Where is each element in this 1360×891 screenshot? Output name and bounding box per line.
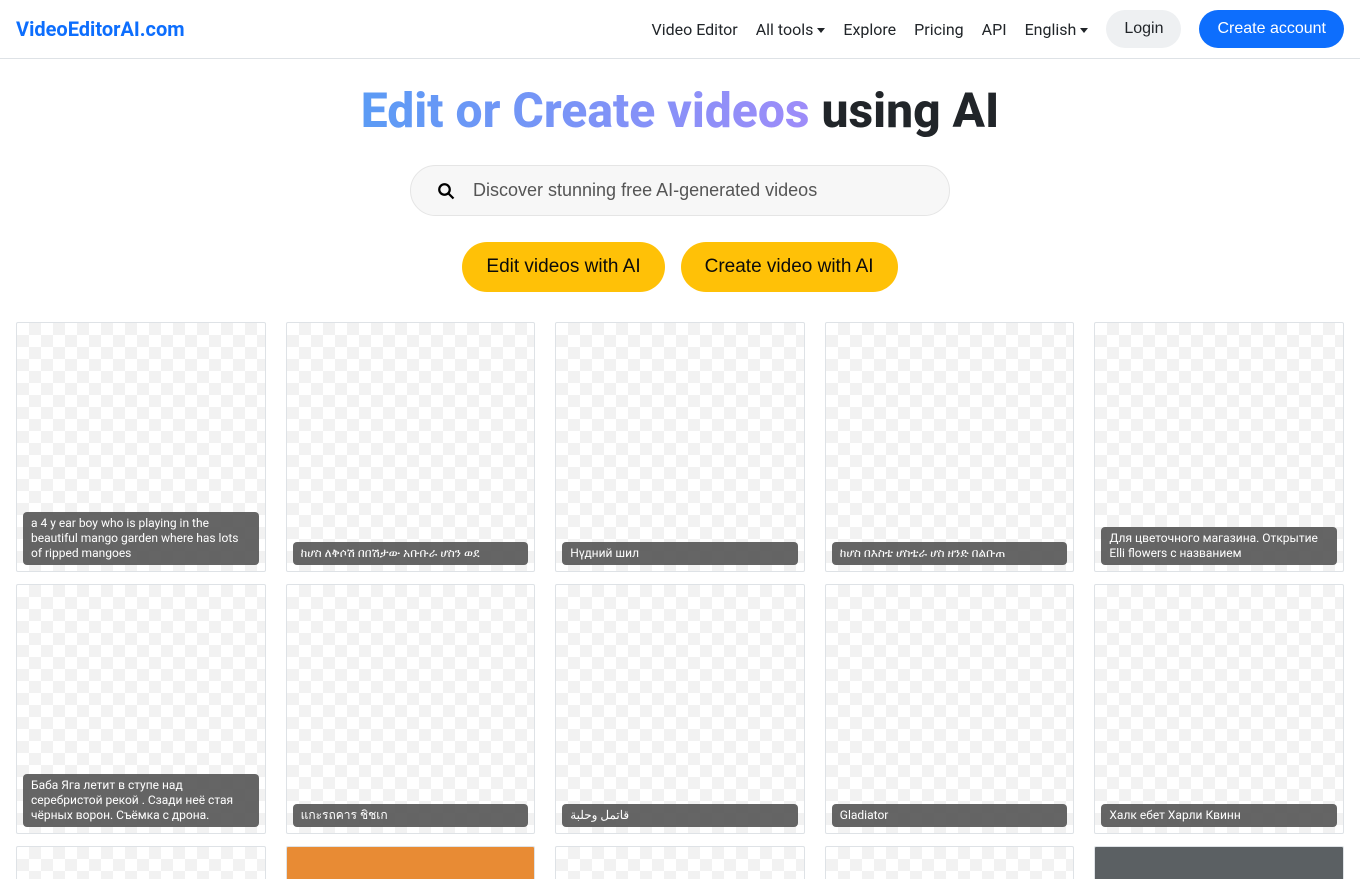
thumbnail-placeholder	[826, 847, 1074, 879]
nav-api[interactable]: API	[982, 20, 1007, 39]
search-input[interactable]	[473, 180, 923, 201]
gallery-caption: Gladiator	[832, 804, 1068, 827]
gallery-card[interactable]: Баба Яга летит в ступе над серебристой р…	[16, 584, 266, 834]
gallery-card[interactable]	[825, 846, 1075, 879]
gallery-card[interactable]: Gladiator	[825, 584, 1075, 834]
gallery-card[interactable]: Нүдний шил	[555, 322, 805, 572]
gallery-caption: Для цветочного магазина. Открытие Elli f…	[1101, 527, 1337, 565]
search-icon	[437, 182, 455, 200]
gallery-row-2: Баба Яга летит в ступе над серебристой р…	[16, 584, 1344, 834]
gallery-card[interactable]: แกะรถคาร ชิชเก	[286, 584, 536, 834]
thumbnail-placeholder	[826, 323, 1074, 571]
thumbnail-placeholder	[556, 847, 804, 879]
thumbnail-placeholder	[556, 323, 804, 571]
nav-language-label: English	[1025, 20, 1077, 39]
search-box[interactable]	[410, 165, 950, 216]
gallery-row-3	[16, 846, 1344, 879]
hero-title-gradient: Edit or Create videos	[361, 82, 810, 139]
gallery-card[interactable]	[555, 846, 805, 879]
hero-title-plain: using AI	[810, 82, 1000, 139]
caret-down-icon	[817, 28, 825, 33]
gallery-caption: ከሆስ በእስቴ ሆስቴራ ሆስ ዘንድ በልቡጠ	[832, 542, 1068, 565]
gallery-card[interactable]	[1094, 846, 1344, 879]
nav-right: Video Editor All tools Explore Pricing A…	[652, 10, 1344, 48]
gallery-caption: Нүдний шил	[562, 542, 798, 565]
brand-logo[interactable]: VideoEditorAI.com	[16, 17, 185, 41]
gallery-card[interactable]: ከሆስ በእስቴ ሆስቴራ ሆስ ዘንድ በልቡጠ	[825, 322, 1075, 572]
hero-actions: Edit videos with AI Create video with AI	[16, 242, 1344, 292]
nav-language[interactable]: English	[1025, 20, 1089, 39]
gallery-caption: Баба Яга летит в ступе над серебристой р…	[23, 774, 259, 827]
gallery: a 4 y ear boy who is playing in the beau…	[0, 292, 1360, 879]
gallery-card[interactable]: Халк ебет Харли Квинн	[1094, 584, 1344, 834]
thumbnail-placeholder	[17, 847, 265, 879]
login-button[interactable]: Login	[1106, 10, 1181, 48]
caret-down-icon	[1080, 28, 1088, 33]
gallery-caption: Халк ебет Харли Квинн	[1101, 804, 1337, 827]
hero-title: Edit or Create videos using AI	[16, 81, 1344, 141]
navbar: VideoEditorAI.com Video Editor All tools…	[0, 0, 1360, 59]
nav-all-tools[interactable]: All tools	[756, 20, 826, 39]
create-video-button[interactable]: Create video with AI	[681, 242, 898, 292]
edit-videos-button[interactable]: Edit videos with AI	[462, 242, 664, 292]
thumbnail-placeholder	[1095, 585, 1343, 833]
nav-explore[interactable]: Explore	[843, 20, 896, 39]
nav-video-editor[interactable]: Video Editor	[652, 20, 738, 39]
gallery-card[interactable]: a 4 y ear boy who is playing in the beau…	[16, 322, 266, 572]
create-account-button[interactable]: Create account	[1199, 10, 1344, 48]
gallery-caption: ከሆስ ለቅሶሽ በበሽታው አቡቡራ ሆስን ወደ	[293, 542, 529, 565]
gallery-card[interactable]: ከሆስ ለቅሶሽ በበሽታው አቡቡራ ሆስን ወደ	[286, 322, 536, 572]
search-wrap	[16, 165, 1344, 216]
nav-pricing[interactable]: Pricing	[914, 20, 964, 39]
gallery-row-1: a 4 y ear boy who is playing in the beau…	[16, 322, 1344, 572]
gallery-caption: a 4 y ear boy who is playing in the beau…	[23, 512, 259, 565]
nav-all-tools-label: All tools	[756, 20, 814, 39]
thumbnail-placeholder	[826, 585, 1074, 833]
gallery-card[interactable]: قاتمل وحلبة	[555, 584, 805, 834]
gallery-card[interactable]	[286, 846, 536, 879]
gallery-caption: แกะรถคาร ชิชเก	[293, 804, 529, 827]
hero: Edit or Create videos using AI Edit vide…	[0, 59, 1360, 292]
gallery-card[interactable]: Для цветочного магазина. Открытие Elli f…	[1094, 322, 1344, 572]
thumbnail-placeholder	[287, 585, 535, 833]
thumbnail-placeholder	[287, 323, 535, 571]
thumbnail-placeholder	[556, 585, 804, 833]
gallery-caption: قاتمل وحلبة	[562, 804, 798, 827]
gallery-card[interactable]	[16, 846, 266, 879]
